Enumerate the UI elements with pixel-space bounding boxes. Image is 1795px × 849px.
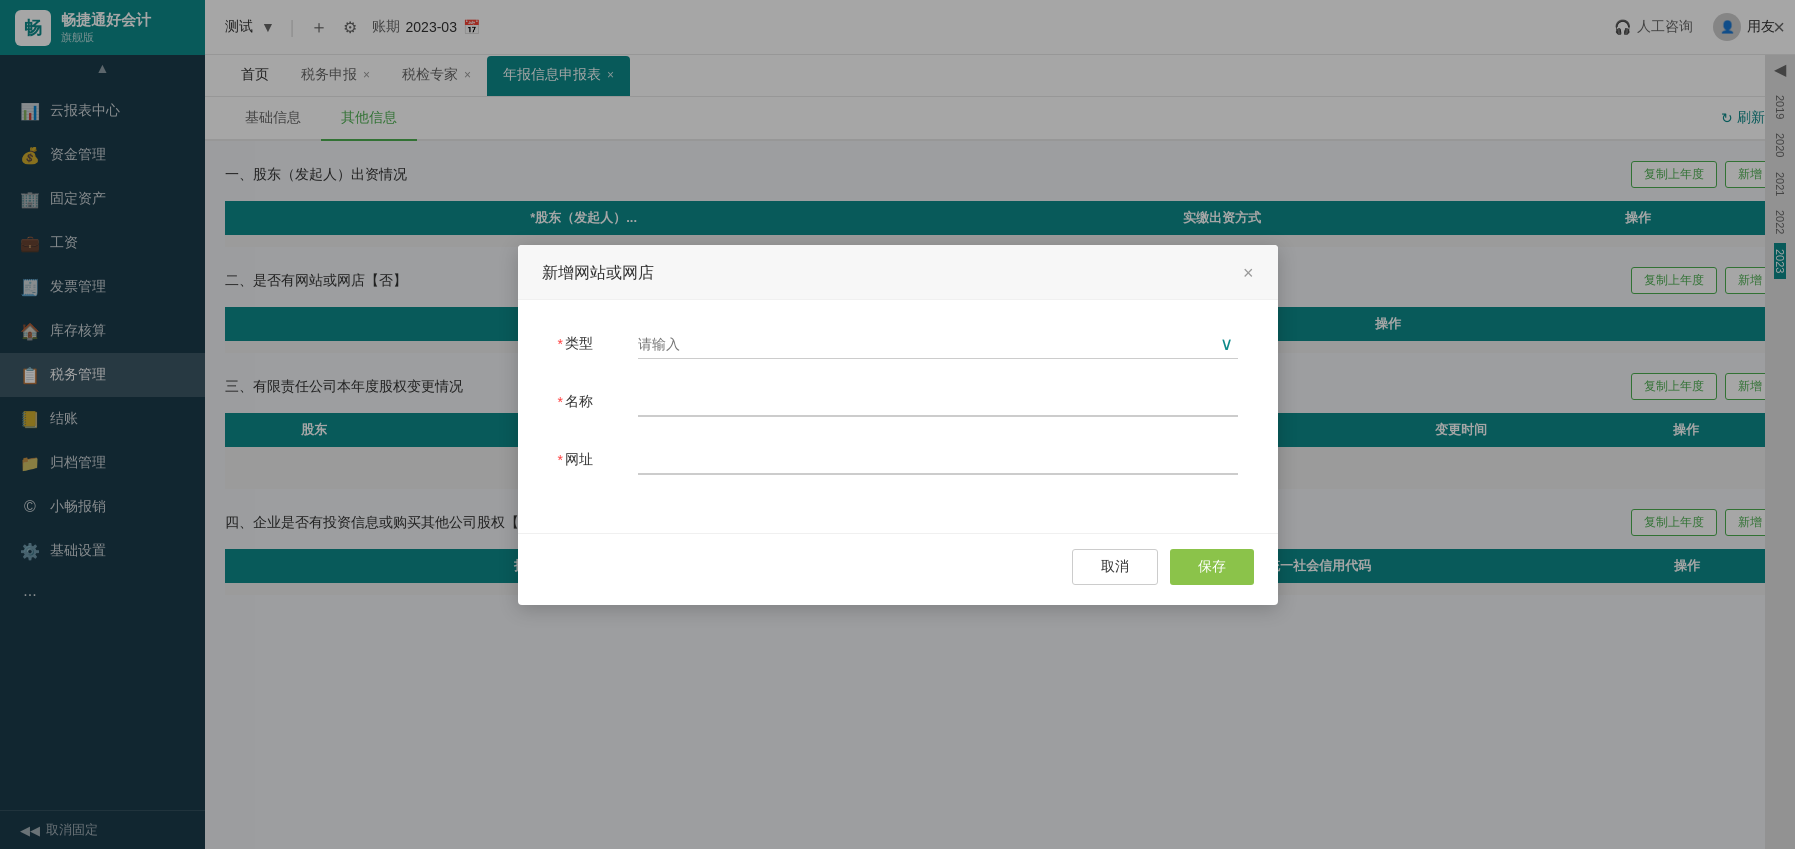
- form-row-name: * 名称: [558, 387, 1238, 417]
- modal-title: 新增网站或网店: [542, 263, 654, 284]
- required-star3: *: [558, 452, 563, 468]
- modal-body: * 类型 ∨ * 名称: [518, 300, 1278, 533]
- modal-footer: 取消 保存: [518, 533, 1278, 605]
- type-input[interactable]: [638, 330, 1238, 358]
- type-dropdown-icon[interactable]: ∨: [1220, 333, 1233, 355]
- modal-header: 新增网站或网店 ×: [518, 245, 1278, 300]
- form-row-type: * 类型 ∨: [558, 330, 1238, 359]
- type-label: * 类型: [558, 335, 618, 353]
- save-button[interactable]: 保存: [1170, 549, 1254, 585]
- required-star: *: [558, 336, 563, 352]
- add-website-modal: 新增网站或网店 × * 类型 ∨ *: [518, 245, 1278, 605]
- name-label: * 名称: [558, 393, 618, 411]
- required-star2: *: [558, 394, 563, 410]
- name-input[interactable]: [638, 387, 1238, 416]
- cancel-button[interactable]: 取消: [1072, 549, 1158, 585]
- modal-overlay: 新增网站或网店 × * 类型 ∨ *: [0, 0, 1795, 849]
- url-input[interactable]: [638, 445, 1238, 474]
- modal-close-button[interactable]: ×: [1243, 263, 1254, 284]
- form-row-url: * 网址: [558, 445, 1238, 475]
- type-input-wrap: ∨: [638, 330, 1238, 359]
- url-label: * 网址: [558, 451, 618, 469]
